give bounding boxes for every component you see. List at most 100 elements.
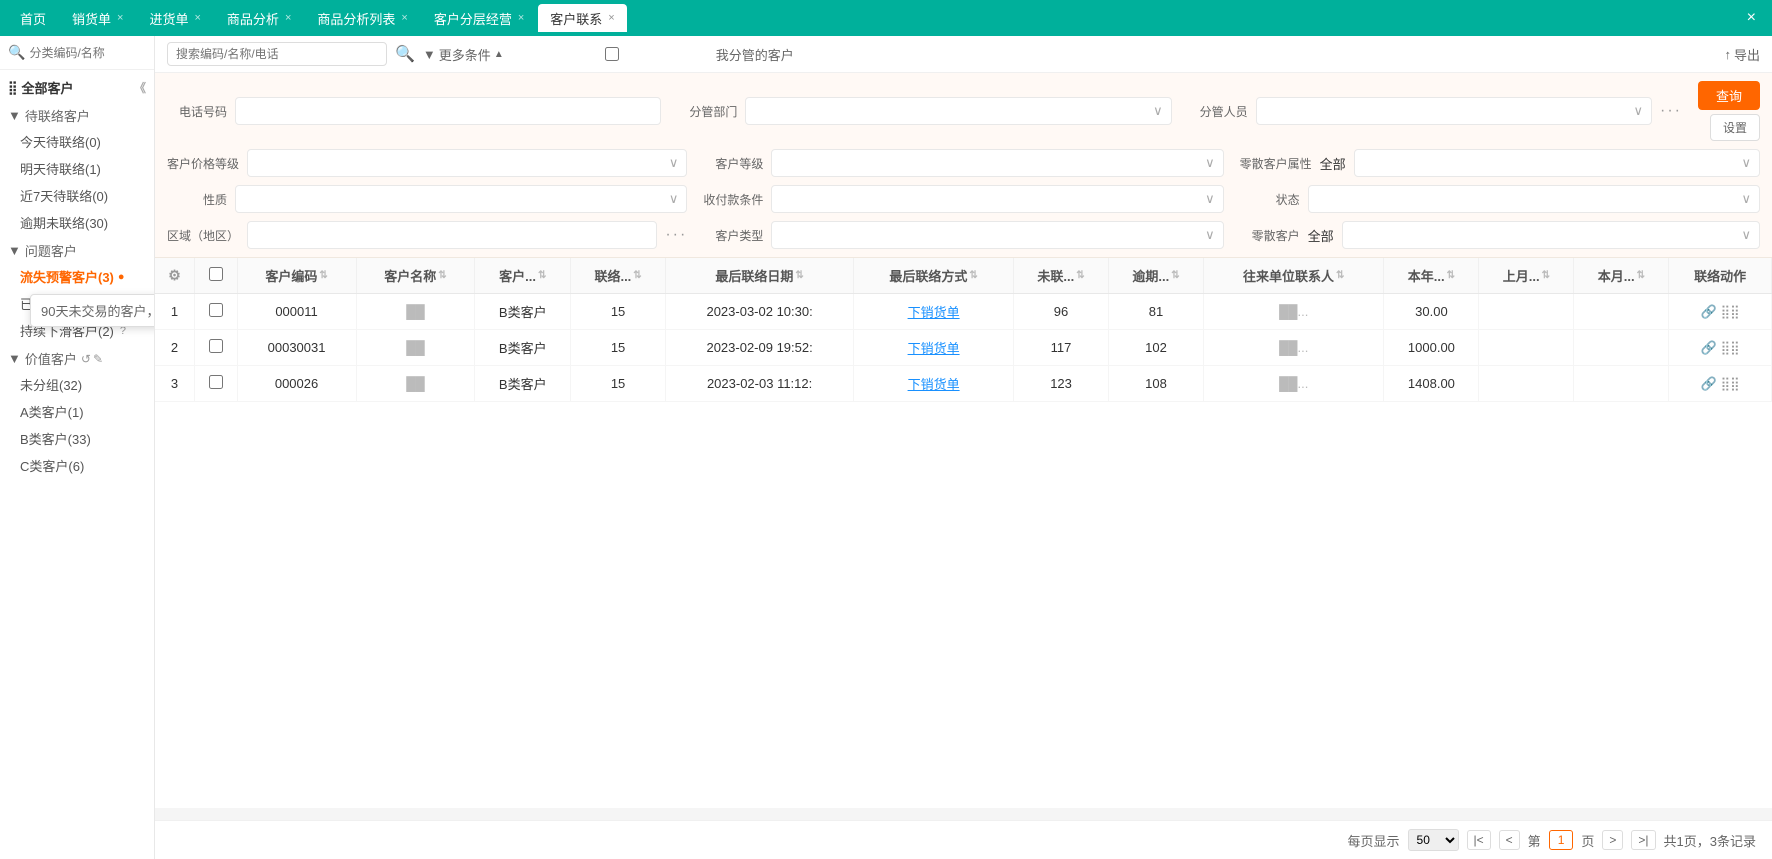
- th-overdue[interactable]: 逾期...⇅: [1109, 258, 1204, 294]
- close-sales-tab[interactable]: ×: [117, 12, 123, 24]
- sidebar-group-pending[interactable]: ▼ 待联络客户: [0, 101, 154, 128]
- price-grade-chevron-icon: ∨: [669, 155, 679, 171]
- sidebar-search-input[interactable]: [29, 46, 155, 60]
- payment-select[interactable]: ∨: [771, 185, 1223, 213]
- th-last-date[interactable]: 最后联络日期⇅: [666, 258, 854, 294]
- row-action-2[interactable]: 🔗 ⣿⣿: [1669, 366, 1772, 402]
- th-code[interactable]: 客户编码⇅: [237, 258, 356, 294]
- manager-select[interactable]: ∨: [1256, 97, 1652, 125]
- nav-tab-purchase[interactable]: 进货单 ×: [137, 4, 212, 32]
- filter-customer-grade: 客户等级 ∨: [703, 149, 1223, 177]
- region-select[interactable]: [247, 221, 657, 249]
- row-checkbox-0[interactable]: [195, 294, 238, 330]
- close-goods-analysis-tab[interactable]: ×: [285, 12, 291, 24]
- row-last-method-0[interactable]: 下销货单: [854, 294, 1014, 330]
- sidebar-item-7days[interactable]: 近7天待联络(0): [0, 182, 154, 209]
- close-customer-tier-tab[interactable]: ×: [518, 12, 524, 24]
- row-action-1[interactable]: 🔗 ⣿⣿: [1669, 330, 1772, 366]
- query-button[interactable]: 查询: [1698, 81, 1760, 110]
- top-nav: 首页 销货单 × 进货单 × 商品分析 × 商品分析列表 × 客户分层经营 × …: [0, 0, 1772, 36]
- sidebar-group-value[interactable]: ▼ 价值客户 ↺ ✎: [0, 344, 154, 371]
- th-this-month[interactable]: 本月...⇅: [1574, 258, 1669, 294]
- sidebar-item-ungroup[interactable]: 未分组(32): [0, 371, 154, 398]
- filter-panel: 电话号码 分管部门 ∨ 分管人员 ∨ ···: [155, 73, 1772, 258]
- th-no-contact[interactable]: 未联...⇅: [1014, 258, 1109, 294]
- row-last-method-1[interactable]: 下销货单: [854, 330, 1014, 366]
- nav-tab-home[interactable]: 首页: [8, 4, 58, 32]
- th-checkbox[interactable]: [195, 258, 238, 294]
- th-last-month[interactable]: 上月...⇅: [1479, 258, 1574, 294]
- phone-input[interactable]: [235, 97, 661, 125]
- filter-customer-type: 客户类型 ∨: [703, 221, 1223, 249]
- th-this-year[interactable]: 本年...⇅: [1384, 258, 1479, 294]
- close-goods-list-tab[interactable]: ×: [401, 12, 407, 24]
- search-icon[interactable]: 🔍: [395, 44, 415, 64]
- nav-tab-purchase-label: 进货单: [149, 9, 188, 28]
- horizontal-scrollbar[interactable]: [155, 808, 1772, 820]
- row-action-0[interactable]: 🔗 ⣿⣿: [1669, 294, 1772, 330]
- customer-grade-select[interactable]: ∨: [771, 149, 1223, 177]
- th-contact-person[interactable]: 往来单位联系人⇅: [1204, 258, 1384, 294]
- sidebar-group-problem[interactable]: ▼ 问题客户: [0, 236, 154, 263]
- per-page-select[interactable]: 50 100 200: [1408, 829, 1459, 851]
- sidebar-item-tomorrow[interactable]: 明天待联络(1): [0, 155, 154, 182]
- th-last-method[interactable]: 最后联络方式⇅: [854, 258, 1014, 294]
- sidebar-item-churn-warning[interactable]: 流失预警客户(3) ●: [0, 263, 154, 290]
- th-name[interactable]: 客户名称⇅: [356, 258, 475, 294]
- sidebar-item-today[interactable]: 今天待联络(0): [0, 128, 154, 155]
- nav-tab-customer-tier[interactable]: 客户分层经营 ×: [422, 4, 536, 32]
- price-grade-select[interactable]: ∨: [247, 149, 687, 177]
- region-more-btn[interactable]: ···: [665, 226, 687, 244]
- row-checkbox-1[interactable]: [195, 330, 238, 366]
- customer-type-select[interactable]: ∨: [771, 221, 1223, 249]
- sidebar-item-class-c[interactable]: C类客户(6): [0, 452, 154, 479]
- th-type[interactable]: 客户...⇅: [475, 258, 571, 294]
- status-select[interactable]: ∨: [1308, 185, 1760, 213]
- next-page-btn[interactable]: >: [1602, 830, 1623, 850]
- retail-customer-select[interactable]: ∨: [1342, 221, 1760, 249]
- th-settings[interactable]: ⚙: [155, 258, 195, 294]
- export-button[interactable]: ↑ 导出: [1724, 45, 1760, 64]
- row-last-method-2[interactable]: 下销货单: [854, 366, 1014, 402]
- more-filter-btn[interactable]: ▼ 更多条件 ▲: [423, 45, 504, 64]
- retail-attr-select[interactable]: ∨: [1354, 149, 1760, 177]
- prev-page-btn[interactable]: <: [1499, 830, 1520, 850]
- churn-tooltip: 90天未交易的客户，可能有流失风险。: [30, 294, 155, 327]
- row-select-2[interactable]: [209, 375, 223, 389]
- all-customers-header[interactable]: ⣿ 全部客户 《: [0, 70, 154, 101]
- filter-retail-attr: 零散客户属性 全部 ∨: [1240, 149, 1760, 177]
- row-select-1[interactable]: [209, 339, 223, 353]
- nav-tab-goods-analysis[interactable]: 商品分析 ×: [215, 4, 303, 32]
- last-page-btn[interactable]: >|: [1631, 830, 1655, 850]
- last-month-sort-icon: ⇅: [1542, 270, 1550, 281]
- sidebar-item-class-b[interactable]: B类客户(33): [0, 425, 154, 452]
- nav-tab-sales[interactable]: 销货单 ×: [60, 4, 135, 32]
- row-select-0[interactable]: [209, 303, 223, 317]
- collapse-btn[interactable]: 《: [134, 79, 146, 96]
- current-page: 1: [1549, 830, 1574, 850]
- sidebar-item-overdue[interactable]: 逾期未联络(30): [0, 209, 154, 236]
- customer-table: ⚙ 客户编码⇅ 客户名称⇅ 客户...⇅ 联络...⇅ 最后联络日期⇅ 最后联络…: [155, 258, 1772, 402]
- my-customers-checkbox[interactable]: [512, 47, 712, 61]
- status-label: 状态: [1240, 191, 1300, 208]
- value-edit-icon[interactable]: ✎: [93, 352, 103, 366]
- th-contacts[interactable]: 联络...⇅: [571, 258, 666, 294]
- settings-button[interactable]: 设置: [1710, 114, 1760, 141]
- first-page-btn[interactable]: |<: [1467, 830, 1491, 850]
- window-close-button[interactable]: ×: [1739, 9, 1764, 27]
- select-all-checkbox[interactable]: [209, 267, 223, 281]
- close-customer-contact-tab[interactable]: ×: [608, 12, 614, 24]
- row-code-2: 000026: [237, 366, 356, 402]
- search-input[interactable]: [167, 42, 387, 66]
- nav-tab-customer-contact[interactable]: 客户联系 ×: [538, 4, 626, 32]
- dept-select[interactable]: ∨: [745, 97, 1171, 125]
- sidebar-item-class-a[interactable]: A类客户(1): [0, 398, 154, 425]
- nature-select[interactable]: ∨: [235, 185, 687, 213]
- close-purchase-tab[interactable]: ×: [194, 12, 200, 24]
- table-settings-gear-icon[interactable]: ⚙: [168, 267, 181, 283]
- value-refresh-icon[interactable]: ↺: [81, 352, 91, 366]
- manager-more-btn[interactable]: ···: [1660, 102, 1682, 120]
- my-customers-checkbox-area[interactable]: 我分管的客户: [512, 45, 794, 64]
- row-checkbox-2[interactable]: [195, 366, 238, 402]
- nav-tab-goods-list[interactable]: 商品分析列表 ×: [305, 4, 419, 32]
